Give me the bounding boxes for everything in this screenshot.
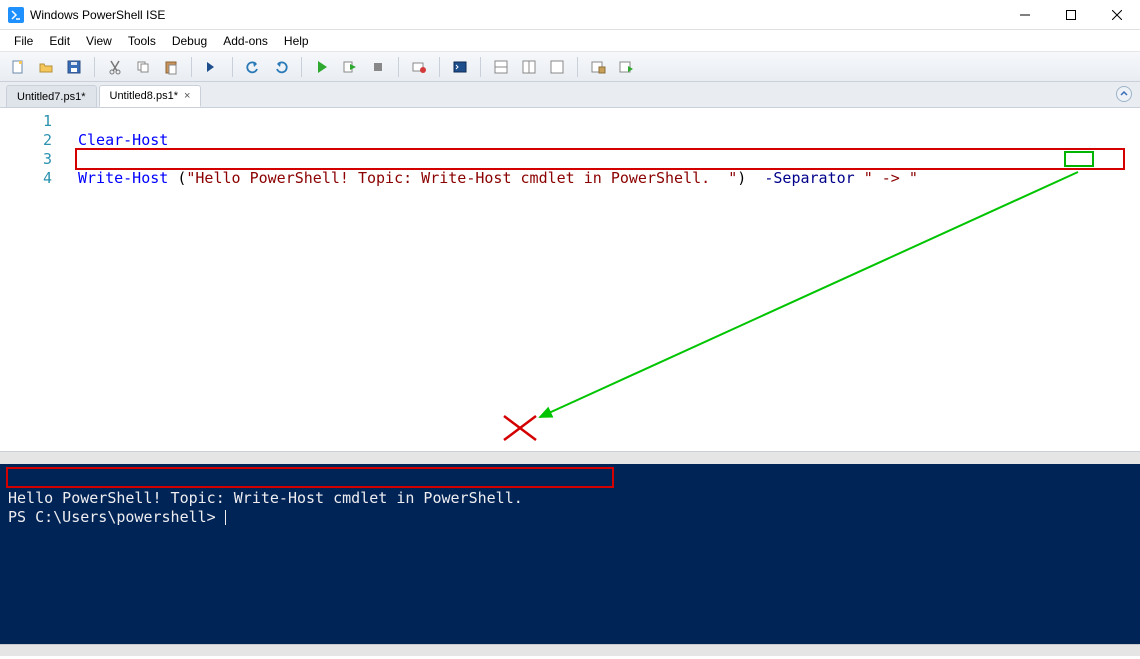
minimize-button[interactable] [1002,0,1048,29]
save-icon[interactable] [62,55,86,79]
app-icon [8,7,24,23]
menubar: File Edit View Tools Debug Add-ons Help [0,30,1140,52]
cut-icon[interactable] [103,55,127,79]
properties-icon[interactable] [586,55,610,79]
menu-file[interactable]: File [6,32,41,50]
console-horizontal-scrollbar[interactable] [0,644,1140,656]
titlebar: Windows PowerShell ISE [0,0,1140,30]
addon-icon[interactable] [614,55,638,79]
console-cursor [225,510,226,525]
toolbar-separator [301,57,302,77]
line-number-gutter: 1 2 3 4 [0,108,60,451]
code-string: "Hello PowerShell! Topic: Write-Host cmd… [186,169,737,187]
tab-untitled7[interactable]: Untitled7.ps1* [6,85,97,107]
close-button[interactable] [1094,0,1140,29]
code-cmdlet: Write-Host [78,169,168,187]
code-text [855,169,864,187]
breakpoint-icon[interactable] [407,55,431,79]
layout-hsplit-icon[interactable] [489,55,513,79]
console-output: Hello PowerShell! Topic: Write-Host cmdl… [8,489,523,507]
console-icon[interactable] [448,55,472,79]
toolbar-separator [191,57,192,77]
redo-icon[interactable] [269,55,293,79]
new-file-icon[interactable] [6,55,30,79]
toolbar-separator [439,57,440,77]
code-cmdlet: Clear-Host [78,131,168,149]
copy-icon[interactable] [131,55,155,79]
menu-edit[interactable]: Edit [41,32,78,50]
layout-vsplit-icon[interactable] [517,55,541,79]
code-text: ) [737,169,764,187]
toolbar-separator [577,57,578,77]
menu-debug[interactable]: Debug [164,32,215,50]
run-selection-icon[interactable] [200,55,224,79]
line-number: 1 [0,112,52,131]
code-text: ( [168,169,186,187]
code-string: " [864,169,882,187]
menu-tools[interactable]: Tools [120,32,164,50]
console-pane[interactable]: Hello PowerShell! Topic: Write-Host cmdl… [0,464,1140,644]
open-file-icon[interactable] [34,55,58,79]
tab-close-icon[interactable]: × [184,90,190,102]
toolbar [0,52,1140,82]
script-editor[interactable]: 1 2 3 4 Clear-Host Write-Host ("Hello Po… [0,108,1140,452]
console-prompt: PS C:\Users\powershell> [8,508,225,526]
editor-horizontal-scrollbar[interactable] [0,452,1140,464]
line-number: 3 [0,150,52,169]
tab-label: Untitled8.ps1* [110,90,179,102]
code-param: -Separator [764,169,854,187]
undo-icon[interactable] [241,55,265,79]
paste-icon[interactable] [159,55,183,79]
menu-addons[interactable]: Add-ons [215,32,276,50]
code-string: " [900,169,918,187]
menu-help[interactable]: Help [276,32,317,50]
code-area[interactable]: Clear-Host Write-Host ("Hello PowerShell… [60,108,1140,451]
toolbar-separator [232,57,233,77]
toolbar-separator [398,57,399,77]
line-number: 4 [0,169,52,188]
run-icon[interactable] [310,55,334,79]
stop-icon[interactable] [366,55,390,79]
toolbar-separator [94,57,95,77]
maximize-button[interactable] [1048,0,1094,29]
collapse-pane-icon[interactable] [1116,86,1132,102]
window-title: Windows PowerShell ISE [30,8,1002,22]
run-partial-icon[interactable] [338,55,362,79]
window-controls [1002,0,1140,29]
menu-view[interactable]: View [78,32,120,50]
annotation-highlight [6,467,614,488]
tab-untitled8[interactable]: Untitled8.ps1* × [99,85,202,107]
tab-label: Untitled7.ps1* [17,91,86,103]
line-number: 2 [0,131,52,150]
layout-full-icon[interactable] [545,55,569,79]
code-string: -> [882,169,900,187]
toolbar-separator [480,57,481,77]
tabbar: Untitled7.ps1* Untitled8.ps1* × [0,82,1140,108]
